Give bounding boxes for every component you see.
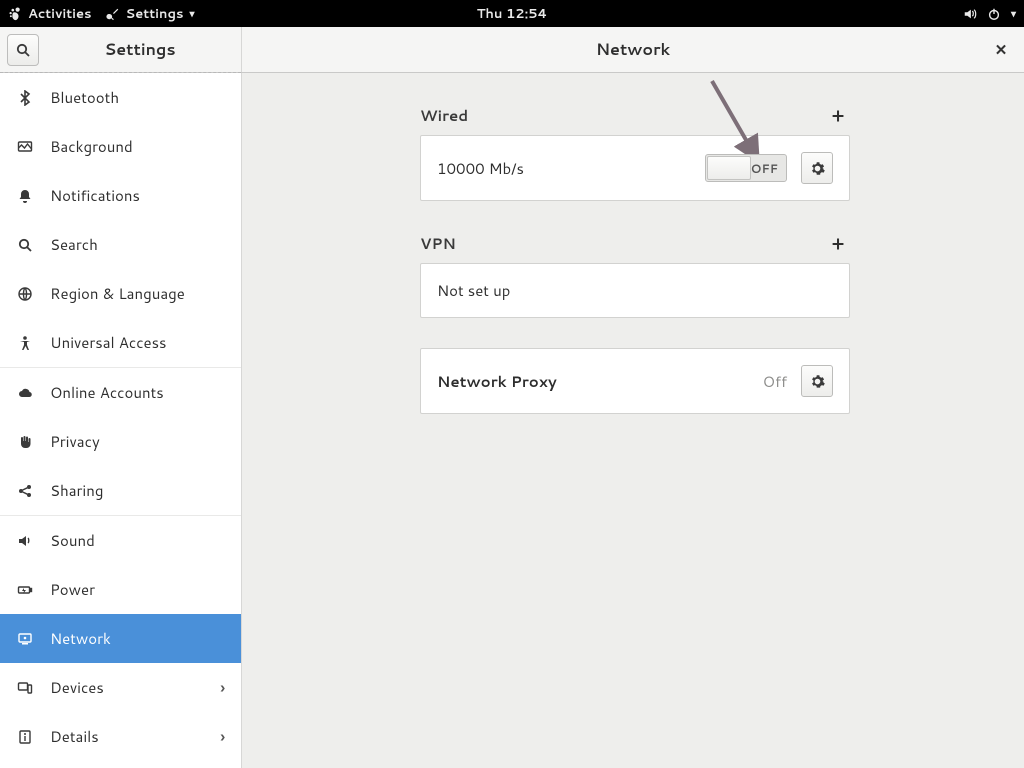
power-topbar-icon[interactable] <box>987 7 1001 21</box>
gnome-foot-icon <box>8 7 22 21</box>
sidebar-item-privacy[interactable]: Privacy <box>0 417 241 466</box>
sidebar-item-label: Search <box>50 234 98 255</box>
sidebar-item-devices[interactable]: Devices › <box>0 663 241 712</box>
toggle-off-label: OFF <box>751 160 778 177</box>
sidebar-item-label: Privacy <box>50 431 100 452</box>
network-icon <box>16 631 34 647</box>
toggle-knob <box>707 156 751 180</box>
sidebar-item-label: Universal Access <box>50 332 167 353</box>
app-menu-button[interactable]: Settings ▾ <box>106 5 195 23</box>
activities-label: Activities <box>28 5 92 23</box>
titlebar-left: Settings <box>0 27 242 72</box>
sidebar-title: Settings <box>39 38 241 61</box>
background-icon <box>16 139 34 155</box>
devices-icon <box>16 680 34 696</box>
add-wired-button[interactable]: + <box>826 103 850 127</box>
system-menu-chevron-icon[interactable]: ▾ <box>1011 7 1016 21</box>
wired-toggle[interactable]: OFF <box>705 154 787 182</box>
gnome-topbar: Activities Settings ▾ Thu 12:54 ▾ <box>0 0 1024 27</box>
activities-button[interactable]: Activities <box>8 5 92 23</box>
bluetooth-icon <box>16 90 34 106</box>
page-title: Network <box>596 38 670 61</box>
vpn-status-label: Not set up <box>437 280 510 301</box>
sidebar-item-label: Bluetooth <box>50 87 119 108</box>
sidebar-item-label: Power <box>50 579 95 600</box>
speaker-topbar-icon[interactable] <box>963 7 977 21</box>
sidebar-item-sharing[interactable]: Sharing <box>0 466 241 515</box>
sidebar-item-label: Network <box>50 628 111 649</box>
plus-icon: + <box>832 102 844 128</box>
titlebar: Settings Network ✕ <box>0 27 1024 73</box>
access-icon <box>16 335 34 351</box>
settings-window: Settings Network ✕ Bluetooth Background No… <box>0 27 1024 768</box>
sidebar-item-label: Sharing <box>50 480 103 501</box>
globe-icon <box>16 286 34 302</box>
vpn-card: Not set up <box>420 263 850 318</box>
sidebar-item-label: Background <box>50 136 133 157</box>
add-vpn-button[interactable]: + <box>826 231 850 255</box>
sidebar-item-label: Details <box>50 726 99 747</box>
proxy-settings-button[interactable] <box>801 365 833 397</box>
chevron-right-icon: › <box>221 677 225 698</box>
info-icon <box>16 729 34 745</box>
sidebar-item-label: Notifications <box>50 185 140 206</box>
cloud-icon <box>16 385 34 401</box>
chevron-right-icon: › <box>221 726 225 747</box>
vpn-title: VPN <box>420 233 456 254</box>
proxy-status-label: Off <box>763 371 787 392</box>
proxy-title: Network Proxy <box>437 371 557 392</box>
gear-icon <box>810 161 825 176</box>
chevron-down-icon: ▾ <box>189 7 194 21</box>
main-content: Wired + 10000 Mb/s OFF <box>242 73 1024 768</box>
speaker-icon <box>16 533 34 549</box>
sidebar-item-label: Region & Language <box>50 283 185 304</box>
sidebar-item-notifications[interactable]: Notifications <box>0 171 241 220</box>
sidebar-item-label: Online Accounts <box>50 382 164 403</box>
vpn-section-header: VPN + <box>420 231 850 255</box>
sidebar-item-details[interactable]: Details › <box>0 712 241 761</box>
wired-speed-label: 10000 Mb/s <box>437 158 524 179</box>
plus-icon: + <box>832 230 844 256</box>
sidebar-item-bluetooth[interactable]: Bluetooth <box>0 73 241 122</box>
sidebar-item-power[interactable]: Power <box>0 565 241 614</box>
hand-icon <box>16 434 34 450</box>
close-icon: ✕ <box>995 39 1008 60</box>
share-icon <box>16 483 34 499</box>
sidebar: Bluetooth Background Notifications Search Re… <box>0 73 242 768</box>
gear-icon <box>810 374 825 389</box>
sidebar-dashed-divider <box>0 72 241 73</box>
sidebar-item-online-accounts[interactable]: Online Accounts <box>0 368 241 417</box>
wired-settings-button[interactable] <box>801 152 833 184</box>
battery-icon <box>16 582 34 598</box>
sidebar-item-label: Devices <box>50 677 104 698</box>
sidebar-item-sound[interactable]: Sound <box>0 516 241 565</box>
sidebar-item-background[interactable]: Background <box>0 122 241 171</box>
proxy-card: Network Proxy Off <box>420 348 850 414</box>
wired-title: Wired <box>420 105 468 126</box>
sidebar-item-search[interactable]: Search <box>0 220 241 269</box>
search-icon <box>15 42 31 58</box>
app-menu-label: Settings <box>126 5 184 23</box>
sidebar-item-network[interactable]: Network <box>0 614 241 663</box>
bell-icon <box>16 188 34 204</box>
titlebar-right: Network ✕ <box>242 38 1024 61</box>
sidebar-item-universal-access[interactable]: Universal Access <box>0 318 241 367</box>
sidebar-item-label: Sound <box>50 530 95 551</box>
window-close-button[interactable]: ✕ <box>986 35 1016 65</box>
search-icon <box>16 237 34 253</box>
search-button[interactable] <box>7 34 39 66</box>
wired-connection-card: 10000 Mb/s OFF <box>420 135 850 201</box>
tools-icon <box>106 7 120 21</box>
sidebar-item-region-language[interactable]: Region & Language <box>0 269 241 318</box>
wired-section-header: Wired + <box>420 103 850 127</box>
